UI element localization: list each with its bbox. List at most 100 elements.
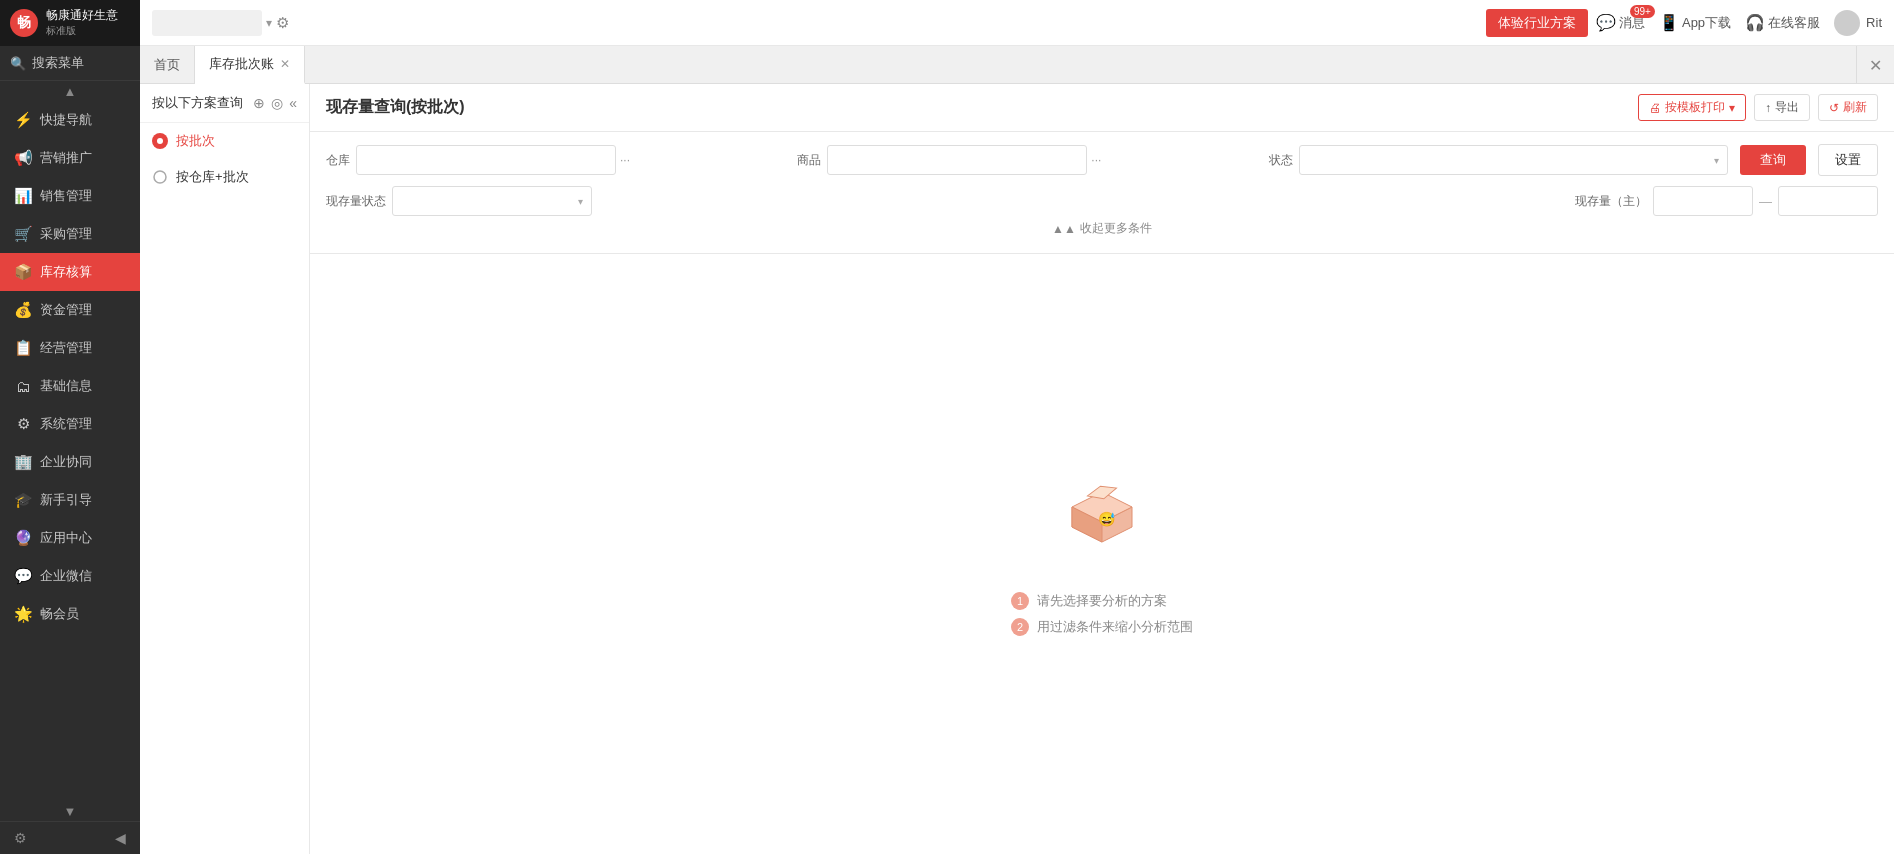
filter-row-2: 现存量状态 ▾ 现存量（主） —	[326, 186, 1878, 216]
filter-settings-btn[interactable]: 设置	[1818, 144, 1878, 176]
search-input-area[interactable]	[152, 10, 262, 36]
warehouse-batch-dot	[152, 169, 168, 185]
query-btn[interactable]: 查询	[1740, 145, 1806, 175]
product-filter: 商品 ···	[797, 145, 1256, 175]
messages-btn[interactable]: 💬 消息 99+	[1596, 13, 1645, 32]
page-header: 现存量查询(按批次) 🖨 按模板打印 ▾ ↑ 导出 ↺ 刷新	[310, 84, 1894, 132]
sidebar-item-inventory[interactable]: 📦 库存核算	[0, 253, 140, 291]
sidebar-item-label: 库存核算	[40, 263, 92, 281]
sidebar-item-label: 畅会员	[40, 605, 79, 623]
add-scheme-icon[interactable]: ⊕	[253, 95, 265, 111]
topbar-dropdown-icon[interactable]: ▾	[266, 16, 272, 30]
inventory-status-filter: 现存量状态 ▾	[326, 186, 1563, 216]
export-btn[interactable]: ↑ 导出	[1754, 94, 1810, 121]
scheme-by-batch[interactable]: 按批次	[140, 123, 309, 159]
search-icon: 🔍	[10, 56, 26, 71]
quantity-to-input[interactable]	[1778, 186, 1878, 216]
status-select[interactable]: ▾	[1299, 145, 1728, 175]
refresh-btn[interactable]: ↺ 刷新	[1818, 94, 1878, 121]
warehouse-filter: 仓库 ···	[326, 145, 785, 175]
left-panel: 按以下方案查询 ⊕ ◎ « 按批次 按仓库+批次	[140, 84, 310, 854]
batch-dot	[152, 133, 168, 149]
svg-point-1	[157, 138, 163, 144]
product-input[interactable]	[827, 145, 1087, 175]
system-icon: ⚙	[14, 415, 32, 433]
warehouse-label: 仓库	[326, 152, 350, 169]
sidebar-item-finance[interactable]: 💰 资金管理	[0, 291, 140, 329]
print-btn[interactable]: 🖨 按模板打印 ▾	[1638, 94, 1746, 121]
sidebar-item-sales[interactable]: 📊 销售管理	[0, 177, 140, 215]
warehouse-input[interactable]	[356, 145, 616, 175]
collapse-panel-icon[interactable]: «	[289, 95, 297, 111]
scheme-by-warehouse-batch[interactable]: 按仓库+批次	[140, 159, 309, 195]
topbar: ▾ ⚙ 体验行业方案 💬 消息 99+ 📱 App下载 🎧 在线客服 Rit	[140, 0, 1894, 46]
collapse-filters-btn[interactable]: ▲▲ 收起更多条件	[326, 216, 1878, 241]
empty-illustration: 😅	[1052, 472, 1152, 572]
sidebar-item-label: 营销推广	[40, 149, 92, 167]
sales-icon: 📊	[14, 187, 32, 205]
content-area: 按以下方案查询 ⊕ ◎ « 按批次 按仓库+批次	[140, 84, 1894, 854]
online-service-btn[interactable]: 🎧 在线客服	[1745, 13, 1820, 32]
sidebar-item-guide[interactable]: 🎓 新手引导	[0, 481, 140, 519]
sidebar-header: 畅 畅康通好生意 标准版	[0, 0, 140, 46]
industry-btn[interactable]: 体验行业方案	[1486, 9, 1588, 37]
sidebar-item-label: 资金管理	[40, 301, 92, 319]
svg-text:😅: 😅	[1098, 511, 1116, 528]
sidebar-item-label: 企业微信	[40, 567, 92, 585]
svg-point-2	[154, 171, 166, 183]
sidebar-item-marketing[interactable]: 📢 营销推广	[0, 139, 140, 177]
sidebar-item-enterprise[interactable]: 🏢 企业协同	[0, 443, 140, 481]
sidebar-item-basic[interactable]: 🗂 基础信息	[0, 367, 140, 405]
sidebar-scroll-up[interactable]: ▲	[0, 81, 140, 101]
product-more[interactable]: ···	[1091, 153, 1101, 167]
sidebar-search-label: 搜索菜单	[32, 54, 84, 72]
app-download-btn[interactable]: 📱 App下载	[1659, 13, 1731, 32]
tab-inventory-batch[interactable]: 库存批次账 ✕	[195, 46, 305, 84]
settings-footer-icon[interactable]: ⚙	[14, 830, 27, 846]
scheme-settings-icon[interactable]: ◎	[271, 95, 283, 111]
sidebar-nav: ⚡ 快捷导航 📢 营销推广 📊 销售管理 🛒 采购管理 📦 库存核算 💰 资金管…	[0, 101, 140, 801]
sidebar-item-label: 采购管理	[40, 225, 92, 243]
app-logo: 畅	[10, 9, 38, 37]
tab-close-icon[interactable]: ✕	[280, 57, 290, 71]
inventory-status-arrow-icon: ▾	[578, 196, 583, 207]
inventory-status-select[interactable]: ▾	[392, 186, 592, 216]
sidebar-scroll-down[interactable]: ▼	[0, 801, 140, 821]
app-download-label: App下载	[1682, 14, 1731, 32]
sidebar-item-system[interactable]: ⚙ 系统管理	[0, 405, 140, 443]
left-panel-header: 按以下方案查询 ⊕ ◎ «	[140, 84, 309, 123]
message-icon: 💬	[1596, 13, 1616, 32]
sidebar-item-operations[interactable]: 📋 经营管理	[0, 329, 140, 367]
tab-home[interactable]: 首页	[140, 46, 195, 84]
sidebar-search[interactable]: 🔍 搜索菜单	[0, 46, 140, 81]
main-area: ▾ ⚙ 体验行业方案 💬 消息 99+ 📱 App下载 🎧 在线客服 Rit	[140, 0, 1894, 854]
inventory-quantity-label: 现存量（主）	[1575, 193, 1647, 210]
sidebar-item-member[interactable]: 🌟 畅会员	[0, 595, 140, 633]
sidebar-item-apps[interactable]: 🔮 应用中心	[0, 519, 140, 557]
sidebar-item-quick-nav[interactable]: ⚡ 快捷导航	[0, 101, 140, 139]
warehouse-more[interactable]: ···	[620, 153, 630, 167]
collapse-sidebar-icon[interactable]: ◀	[115, 830, 126, 846]
inventory-status-label: 现存量状态	[326, 193, 386, 210]
printer-icon: 🖨	[1649, 101, 1661, 115]
topbar-gear-icon[interactable]: ⚙	[276, 14, 289, 32]
app-version: 标准版	[46, 24, 118, 38]
user-area[interactable]: Rit	[1834, 10, 1882, 36]
scheme-warehouse-batch-label: 按仓库+批次	[176, 168, 249, 186]
tip-1-text: 请先选择要分析的方案	[1037, 592, 1167, 610]
marketing-icon: 📢	[14, 149, 32, 167]
member-icon: 🌟	[14, 605, 32, 623]
refresh-label: 刷新	[1843, 99, 1867, 116]
quantity-from-input[interactable]	[1653, 186, 1753, 216]
empty-state: 😅 1 请先选择要分析的方案 2 用过滤条件来缩小分析范围	[310, 254, 1894, 854]
page-actions: 🖨 按模板打印 ▾ ↑ 导出 ↺ 刷新	[1638, 94, 1878, 121]
print-dropdown-icon: ▾	[1729, 101, 1735, 115]
tab-close-main-icon[interactable]: ✕	[1856, 46, 1894, 84]
sidebar-item-label: 企业协同	[40, 453, 92, 471]
purchase-icon: 🛒	[14, 225, 32, 243]
tab-home-label: 首页	[154, 56, 180, 74]
sidebar-item-purchase[interactable]: 🛒 采购管理	[0, 215, 140, 253]
empty-tip-2: 2 用过滤条件来缩小分析范围	[1011, 618, 1193, 636]
sidebar-item-wechat[interactable]: 💬 企业微信	[0, 557, 140, 595]
basic-icon: 🗂	[14, 377, 32, 395]
